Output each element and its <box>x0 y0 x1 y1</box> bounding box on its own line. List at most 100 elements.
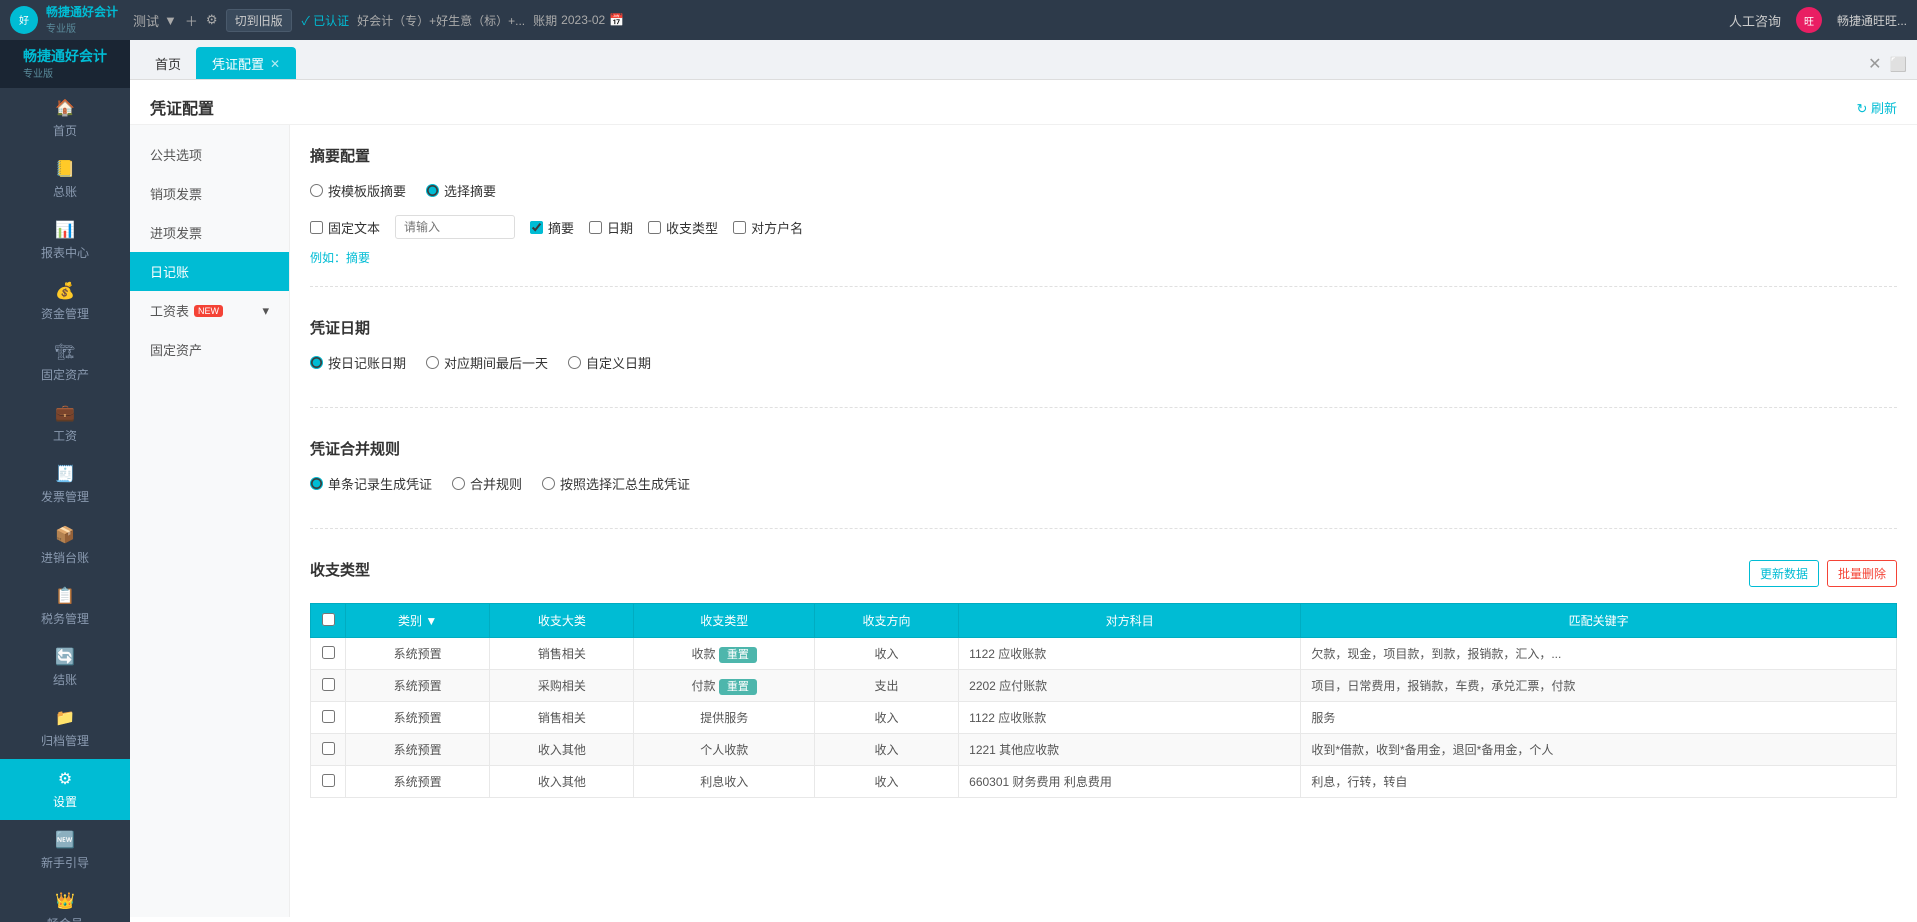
radio-select[interactable]: 选择摘要 <box>426 181 496 200</box>
sidebar-item-purchase[interactable]: 📦进销台账 <box>0 515 130 576</box>
sidebar-item-newguide[interactable]: 🆕新手引导 <box>0 820 130 881</box>
test-label: 测试 <box>133 11 159 30</box>
refresh-btn[interactable]: ↻ 刷新 <box>1856 98 1897 117</box>
radio-summary-gen-input[interactable] <box>542 477 555 490</box>
sidebar-item-tax[interactable]: 📋税务管理 <box>0 576 130 637</box>
radio-period-last[interactable]: 对应期间最后一天 <box>426 353 548 372</box>
sidebar-items: 🏠首页📒总账📊报表中心💰资金管理🏗固定资产💼工资🧾发票管理📦进销台账📋税务管理🔄… <box>0 88 130 922</box>
row-category-0: 系统预置 <box>346 638 490 670</box>
tags: 好会计（专）+好生意（标）+... <box>357 12 525 29</box>
check-date-input[interactable] <box>589 221 602 234</box>
row-check-2[interactable] <box>311 702 346 734</box>
check-summary[interactable]: 摘要 <box>530 218 574 237</box>
user-name: 畅捷通旺旺... <box>1837 12 1907 29</box>
summary-title: 摘要配置 <box>310 145 1897 166</box>
left-nav-salary-table[interactable]: 工资表 NEW ▾ <box>130 291 289 330</box>
th-category: 类别 ▼ <box>346 604 490 638</box>
radio-custom-date-input[interactable] <box>568 356 581 369</box>
radio-diary-date[interactable]: 按日记账日期 <box>310 353 406 372</box>
radio-select-input[interactable] <box>426 184 439 197</box>
th-major: 收支大类 <box>490 604 634 638</box>
check-fixed-text-input[interactable] <box>310 221 323 234</box>
home-icon: 🏠 <box>55 98 75 118</box>
left-nav-sales-invoice[interactable]: 销项发票 <box>130 174 289 213</box>
income-section: 收支类型 更新数据 批量删除 类别 ▼ 收支大类 <box>310 559 1897 798</box>
reset-tag-0[interactable]: 重置 <box>719 647 757 663</box>
check-counterpart[interactable]: 对方户名 <box>733 218 803 237</box>
reset-tag-1[interactable]: 重置 <box>719 679 757 695</box>
date-title: 凭证日期 <box>310 317 1897 338</box>
table-row: 系统预置 采购相关 付款 重置 支出 2202 应付账款 项目，日常费用，报销款… <box>311 670 1897 702</box>
radio-template-input[interactable] <box>310 184 323 197</box>
radio-template[interactable]: 按模板版摘要 <box>310 181 406 200</box>
top-right-actions: 人工咨询 旺 畅捷通旺旺... <box>1729 7 1907 33</box>
radio-diary-date-input[interactable] <box>310 356 323 369</box>
radio-merge-input[interactable] <box>452 477 465 490</box>
sidebar-item-home[interactable]: 🏠首页 <box>0 88 130 149</box>
update-data-btn[interactable]: 更新数据 <box>1749 560 1819 587</box>
sidebar-item-settings[interactable]: ⚙设置 <box>0 759 130 820</box>
check-counterpart-input[interactable] <box>733 221 746 234</box>
sidebar-item-report[interactable]: 📊报表中心 <box>0 210 130 271</box>
row-major-4: 收入其他 <box>490 766 634 798</box>
check-fixed-text[interactable]: 固定文本 <box>310 218 380 237</box>
left-nav-public[interactable]: 公共选项 <box>130 135 289 174</box>
row-account-3: 1221 其他应收款 <box>959 734 1301 766</box>
dropdown-arrow[interactable]: ▼ <box>164 13 177 28</box>
select-all-checkbox[interactable] <box>322 613 335 626</box>
date-radio-group: 按日记账日期 对应期间最后一天 自定义日期 <box>310 353 1897 372</box>
tab-home[interactable]: 首页 <box>140 47 196 79</box>
tab-close-icon[interactable]: ✕ <box>270 57 280 71</box>
left-nav-purchase-invoice[interactable]: 进项发票 <box>130 213 289 252</box>
row-check-1[interactable] <box>311 670 346 702</box>
consult-btn[interactable]: 人工咨询 <box>1729 11 1781 30</box>
sidebar-item-fund[interactable]: 💰资金管理 <box>0 271 130 332</box>
check-type[interactable]: 收支类型 <box>648 218 718 237</box>
check-summary-input[interactable] <box>530 221 543 234</box>
table-row: 系统预置 销售相关 收款 重置 收入 1122 应收账款 欠款，现金，项目款，到… <box>311 638 1897 670</box>
radio-single[interactable]: 单条记录生成凭证 <box>310 474 432 493</box>
sidebar-item-assets[interactable]: 🏗固定资产 <box>0 332 130 393</box>
radio-custom-date[interactable]: 自定义日期 <box>568 353 651 372</box>
settings-btn[interactable]: ⚙ <box>206 12 218 28</box>
period-label: 账期 <box>533 12 557 29</box>
batch-delete-btn[interactable]: 批量删除 <box>1827 560 1897 587</box>
row-keywords-1: 项目，日常费用，报销款，车费，承兑汇票，付款 <box>1301 670 1897 702</box>
page-header: 凭证配置 ↻ 刷新 <box>130 80 1917 125</box>
sidebar-item-archive[interactable]: 📁归档管理 <box>0 698 130 759</box>
row-keywords-2: 服务 <box>1301 702 1897 734</box>
radio-single-input[interactable] <box>310 477 323 490</box>
radio-merge[interactable]: 合并规则 <box>452 474 522 493</box>
tab-bar: 首页 凭证配置 ✕ ✕ ⬜ <box>130 40 1917 80</box>
radio-period-last-input[interactable] <box>426 356 439 369</box>
calendar-icon[interactable]: 📅 <box>609 13 624 27</box>
radio-summary-gen[interactable]: 按照选择汇总生成凭证 <box>542 474 690 493</box>
row-check-4[interactable] <box>311 766 346 798</box>
sidebar-item-member[interactable]: 👑畅会员 <box>0 881 130 922</box>
fixed-text-input[interactable] <box>395 215 515 239</box>
check-type-input[interactable] <box>648 221 661 234</box>
left-nav-fixed-assets[interactable]: 固定资产 <box>130 330 289 369</box>
row-category-1: 系统预置 <box>346 670 490 702</box>
left-nav-diary[interactable]: 日记账 <box>130 252 289 291</box>
add-btn[interactable]: ＋ <box>185 11 198 30</box>
tab-voucher-config[interactable]: 凭证配置 ✕ <box>196 47 296 79</box>
row-direction-1: 支出 <box>814 670 958 702</box>
row-keywords-3: 收到*借款，收到*备用金，退回*备用金，个人 <box>1301 734 1897 766</box>
sidebar-item-invoice[interactable]: 🧾发票管理 <box>0 454 130 515</box>
check-date[interactable]: 日期 <box>589 218 633 237</box>
row-type-3: 个人收款 <box>634 734 814 766</box>
config-area: 摘要配置 按模板版摘要 选择摘要 <box>290 125 1917 917</box>
switch-version-btn[interactable]: 切到旧版 <box>226 9 292 32</box>
close-window-btn[interactable]: ✕ <box>1868 54 1881 74</box>
sidebar-item-salary[interactable]: 💼工资 <box>0 393 130 454</box>
summary-section: 摘要配置 按模板版摘要 选择摘要 <box>310 145 1897 287</box>
row-check-0[interactable] <box>311 638 346 670</box>
logo-text: 畅捷通好会计 <box>23 48 107 65</box>
row-check-3[interactable] <box>311 734 346 766</box>
th-check <box>311 604 346 638</box>
sidebar-item-settle[interactable]: 🔄结账 <box>0 637 130 698</box>
expand-window-btn[interactable]: ⬜ <box>1890 56 1907 73</box>
sidebar-item-ledger[interactable]: 📒总账 <box>0 149 130 210</box>
row-account-2: 1122 应收账款 <box>959 702 1301 734</box>
